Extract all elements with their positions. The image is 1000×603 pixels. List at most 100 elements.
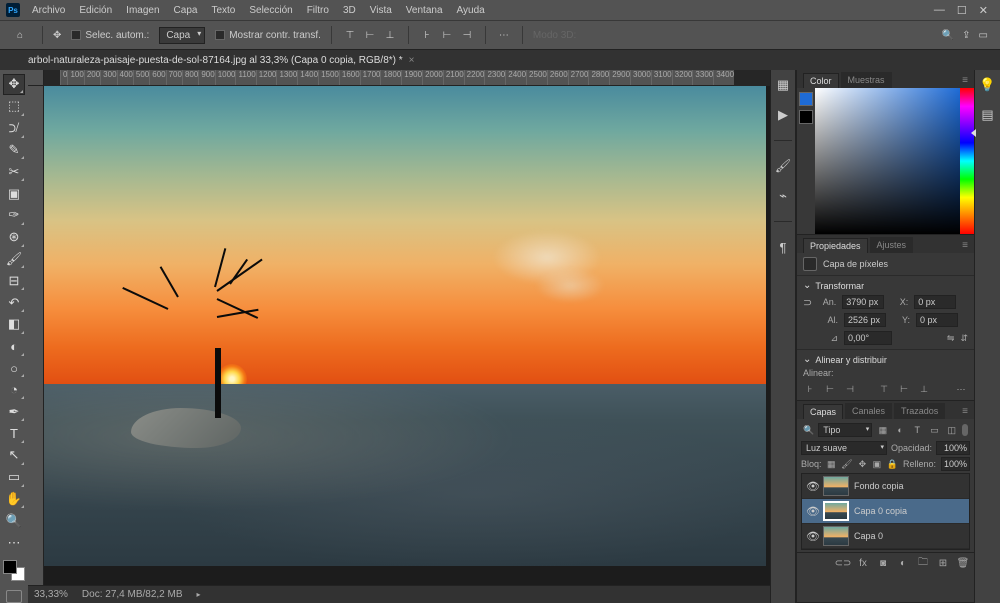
tab-adjustments[interactable]: Ajustes bbox=[870, 237, 914, 253]
align-header[interactable]: Alinear y distribuir bbox=[803, 354, 968, 365]
tab-color[interactable]: Color bbox=[803, 73, 839, 88]
share-icon[interactable]: ⇪ bbox=[962, 30, 970, 41]
doc-size[interactable]: Doc: 27,4 MB/82,2 MB bbox=[82, 589, 183, 600]
lock-position-icon[interactable]: ✥ bbox=[858, 458, 868, 470]
hand-tool[interactable]: ✋ bbox=[3, 489, 25, 510]
flip-h-icon[interactable]: ⇋ bbox=[947, 333, 955, 344]
link-wh-icon[interactable]: ⊃ bbox=[803, 296, 812, 309]
color-swatches[interactable] bbox=[3, 560, 25, 581]
blur-tool[interactable]: ○ bbox=[3, 358, 25, 379]
layer-thumbnail[interactable] bbox=[823, 526, 849, 546]
color-field[interactable] bbox=[815, 88, 960, 234]
panel-menu-icon[interactable]: ≡ bbox=[956, 404, 974, 419]
layer-name[interactable]: Capa 0 copia bbox=[854, 506, 907, 516]
height-input[interactable]: 2526 px bbox=[844, 313, 886, 327]
eyedropper-tool[interactable]: ✑ bbox=[3, 205, 25, 226]
lasso-tool[interactable]: ⟉ bbox=[3, 118, 25, 139]
move-tool[interactable]: ✥ bbox=[3, 74, 25, 95]
align-bottom-icon[interactable]: ⊥ bbox=[382, 27, 398, 43]
marquee-tool[interactable]: ⬚ bbox=[3, 96, 25, 117]
show-transform-group[interactable]: Mostrar contr. transf. bbox=[215, 30, 321, 41]
y-input[interactable]: 0 px bbox=[916, 313, 958, 327]
libraries-panel-icon[interactable]: ▤ bbox=[979, 106, 997, 124]
width-input[interactable]: 3790 px bbox=[842, 295, 884, 309]
align-right-icon[interactable]: ⊣ bbox=[459, 27, 475, 43]
zoom-tool[interactable]: 🔍 bbox=[3, 510, 25, 531]
type-tool[interactable]: T bbox=[3, 423, 25, 444]
filter-shape-icon[interactable]: ▭ bbox=[928, 423, 941, 437]
more-align-icon[interactable]: ⋯ bbox=[954, 382, 968, 396]
brushes-panel-icon[interactable]: 🖌 bbox=[774, 157, 792, 175]
layer-thumbnail[interactable] bbox=[823, 476, 849, 496]
shape-tool[interactable]: ▭ bbox=[3, 467, 25, 488]
doc-info-arrow-icon[interactable]: ▸ bbox=[197, 590, 201, 599]
selection-tool[interactable]: ✎ bbox=[3, 140, 25, 161]
adjustment-layer-icon[interactable]: ◐ bbox=[896, 556, 910, 570]
layer-style-icon[interactable]: fx bbox=[856, 556, 870, 570]
hue-slider[interactable] bbox=[960, 88, 974, 234]
link-layers-icon[interactable]: ⊂⊃ bbox=[836, 556, 850, 570]
maximize-icon[interactable]: ☐ bbox=[957, 4, 967, 17]
pen-tool[interactable]: ✒ bbox=[3, 401, 25, 422]
ruler-origin[interactable] bbox=[28, 70, 44, 86]
lock-artboard-icon[interactable]: ▣ bbox=[872, 458, 882, 470]
align-hcenter-icon[interactable]: ⊢ bbox=[439, 27, 455, 43]
stamp-tool[interactable]: ⊟ bbox=[3, 270, 25, 291]
lock-transparency-icon[interactable]: ▦ bbox=[827, 458, 837, 470]
panel-menu-icon[interactable]: ≡ bbox=[956, 238, 974, 253]
align-left-icon[interactable]: ⊦ bbox=[419, 27, 435, 43]
workspace-icon[interactable]: ▭ bbox=[979, 30, 988, 41]
tab-layers[interactable]: Capas bbox=[803, 404, 843, 419]
checkbox-icon[interactable] bbox=[71, 30, 81, 40]
layer-item[interactable]: 👁 Capa 0 bbox=[802, 524, 969, 549]
align-top-icon[interactable]: ⊤ bbox=[342, 27, 358, 43]
align-bottom-icon[interactable]: ⊥ bbox=[917, 382, 931, 396]
menu-image[interactable]: Imagen bbox=[120, 3, 165, 18]
lock-all-icon[interactable]: 🔒 bbox=[887, 458, 898, 470]
visibility-icon[interactable]: 👁 bbox=[806, 505, 818, 518]
align-vcenter-icon[interactable]: ⊢ bbox=[897, 382, 911, 396]
visibility-icon[interactable]: 👁 bbox=[806, 530, 818, 543]
menu-select[interactable]: Selección bbox=[243, 3, 298, 18]
canvas[interactable] bbox=[44, 86, 770, 585]
more-align-icon[interactable]: ⋯ bbox=[496, 27, 512, 43]
ruler-vertical[interactable] bbox=[28, 86, 44, 585]
layer-mask-icon[interactable]: ◙ bbox=[876, 556, 890, 570]
tab-channels[interactable]: Canales bbox=[845, 403, 892, 419]
current-color-swatch[interactable] bbox=[799, 92, 813, 106]
auto-select-dropdown[interactable]: Capa bbox=[159, 27, 205, 44]
path-tool[interactable]: ↖ bbox=[3, 445, 25, 466]
filter-search-icon[interactable]: 🔍 bbox=[803, 425, 814, 436]
home-icon[interactable]: ⌂ bbox=[8, 25, 32, 45]
menu-edit[interactable]: Edición bbox=[73, 3, 118, 18]
menu-window[interactable]: Ventana bbox=[400, 3, 449, 18]
filter-text-icon[interactable]: T bbox=[911, 423, 924, 437]
secondary-color-swatch[interactable] bbox=[799, 110, 813, 124]
layer-name[interactable]: Fondo copia bbox=[854, 481, 904, 491]
history-brush-tool[interactable]: ↶ bbox=[3, 292, 25, 313]
menu-filter[interactable]: Filtro bbox=[301, 3, 335, 18]
search-icon[interactable]: 🔍 bbox=[942, 30, 954, 41]
history-panel-icon[interactable]: ▦ bbox=[774, 76, 792, 94]
filter-pixel-icon[interactable]: ▦ bbox=[876, 423, 889, 437]
lock-paint-icon[interactable]: 🖌 bbox=[841, 458, 852, 470]
frame-tool[interactable]: ▣ bbox=[3, 183, 25, 204]
close-icon[interactable]: ✕ bbox=[979, 4, 988, 17]
learn-panel-icon[interactable]: 💡 bbox=[979, 76, 997, 94]
menu-layer[interactable]: Capa bbox=[168, 3, 204, 18]
transform-header[interactable]: Transformar bbox=[803, 280, 968, 291]
fill-input[interactable]: 100% bbox=[941, 457, 970, 471]
quick-mask-icon[interactable] bbox=[6, 590, 22, 603]
checkbox-icon[interactable] bbox=[215, 30, 225, 40]
x-input[interactable]: 0 px bbox=[914, 295, 956, 309]
tab-properties[interactable]: Propiedades bbox=[803, 238, 868, 253]
tab-paths[interactable]: Trazados bbox=[894, 403, 945, 419]
align-hcenter-icon[interactable]: ⊢ bbox=[823, 382, 837, 396]
angle-input[interactable]: 0,00° bbox=[844, 331, 892, 345]
paragraph-panel-icon[interactable]: ¶ bbox=[774, 238, 792, 256]
blend-mode-dropdown[interactable]: Luz suave bbox=[801, 441, 887, 455]
tab-swatches[interactable]: Muestras bbox=[841, 72, 892, 88]
filter-adjust-icon[interactable]: ◐ bbox=[893, 423, 906, 437]
layer-item[interactable]: 👁 Capa 0 copia bbox=[802, 499, 969, 524]
layer-item[interactable]: 👁 Fondo copia bbox=[802, 474, 969, 499]
